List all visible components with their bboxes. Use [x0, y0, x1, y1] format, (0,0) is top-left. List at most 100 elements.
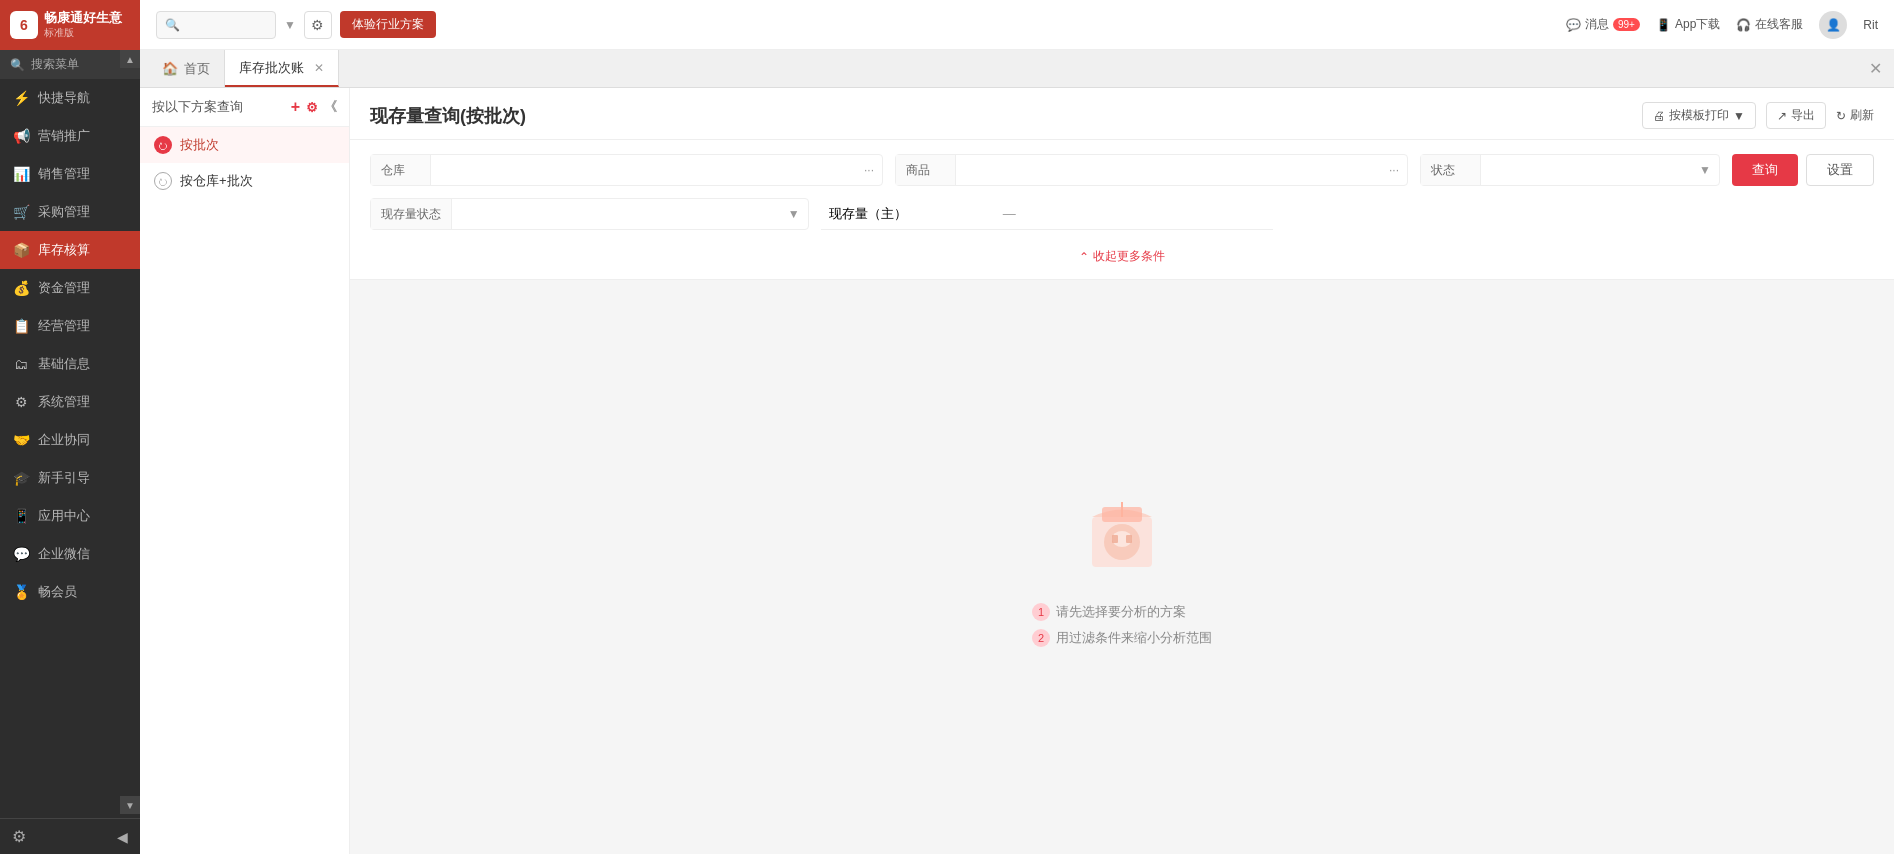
- tab-inventory-batch[interactable]: 库存批次账 ✕: [225, 50, 339, 87]
- scheme-item-by-warehouse-batch[interactable]: ⭮ 按仓库+批次: [140, 163, 349, 199]
- svg-rect-5: [1126, 535, 1132, 543]
- scheme-dot-outline: ⭮: [154, 172, 172, 190]
- warehouse-filter: 仓库 ···: [370, 154, 883, 186]
- sidebar-item-apps[interactable]: 📱 应用中心: [0, 497, 140, 535]
- sidebar-collapse-icon[interactable]: ◀: [117, 829, 128, 845]
- username[interactable]: Rit: [1863, 18, 1878, 32]
- sidebar-item-marketing[interactable]: 📢 营销推广: [0, 117, 140, 155]
- sidebar-item-wechat[interactable]: 💬 企业微信: [0, 535, 140, 573]
- inventory-icon: 📦: [12, 241, 30, 259]
- tabbar: 🏠 首页 库存批次账 ✕ ✕: [140, 50, 1894, 88]
- svg-rect-4: [1112, 535, 1118, 543]
- scheme-settings-btn[interactable]: ⚙: [306, 100, 318, 115]
- sidebar-footer: ⚙ ◀: [0, 818, 140, 854]
- stock-qty-to[interactable]: [1024, 207, 1104, 221]
- scheme-add-btn[interactable]: +: [291, 98, 300, 116]
- message-icon: 💬: [1566, 18, 1581, 32]
- empty-state: 1 请先选择要分析的方案 2 用过滤条件来缩小分析范围: [350, 280, 1894, 854]
- wechat-icon: 💬: [12, 545, 30, 563]
- search-icon: 🔍: [165, 18, 180, 32]
- experience-btn[interactable]: 体验行业方案: [340, 11, 436, 38]
- headset-icon: 🎧: [1736, 18, 1751, 32]
- print-dropdown-icon: ▼: [1733, 109, 1745, 123]
- sidebar-item-operations[interactable]: 📋 经营管理: [0, 307, 140, 345]
- sidebar-item-basics[interactable]: 🗂 基础信息: [0, 345, 140, 383]
- qty-separator: —: [1003, 206, 1016, 221]
- sidebar-search[interactable]: 🔍 搜索菜单: [0, 50, 140, 79]
- sidebar-item-collab[interactable]: 🤝 企业协同: [0, 421, 140, 459]
- sidebar-settings-icon[interactable]: ⚙: [12, 827, 26, 846]
- empty-tips: 1 请先选择要分析的方案 2 用过滤条件来缩小分析范围: [1032, 603, 1212, 647]
- marketing-icon: 📢: [12, 127, 30, 145]
- filter-row-1: 仓库 ··· 商品 ··· 状态 ▼ 查询: [370, 154, 1874, 186]
- apps-icon: 📱: [12, 507, 30, 525]
- topbar-gear[interactable]: ⚙: [304, 11, 332, 39]
- sidebar-item-sales[interactable]: 📊 销售管理: [0, 155, 140, 193]
- topbar: 🔍 ▼ ⚙ 体验行业方案 💬 消息 99+ 📱 App下载 🎧 在线客服 👤 R…: [140, 0, 1894, 50]
- search-icon: 🔍: [10, 58, 25, 72]
- page-content: 按以下方案查询 + ⚙ 《 ⭮ 按批次 ⭮ 按仓库+批次 现存量查询(按批次): [140, 88, 1894, 854]
- empty-tip-1: 1 请先选择要分析的方案: [1032, 603, 1212, 621]
- sidebar: 6 畅康通好生意 标准版 🔍 搜索菜单 ▲ ⚡ 快捷导航 📢 营销推广 📊 销售…: [0, 0, 140, 854]
- basics-icon: 🗂: [12, 355, 30, 373]
- status-arrow[interactable]: ▼: [1691, 163, 1719, 177]
- scheme-collapse-btn[interactable]: 《: [324, 98, 337, 116]
- tab-close-panel[interactable]: ✕: [1857, 59, 1894, 78]
- system-icon: ⚙: [12, 393, 30, 411]
- sidebar-item-member[interactable]: 🏅 畅会员: [0, 573, 140, 611]
- scheme-dot-active: ⭮: [154, 136, 172, 154]
- print-btn[interactable]: 🖨 按模板打印 ▼: [1642, 102, 1756, 129]
- download-icon: 📱: [1656, 18, 1671, 32]
- sidebar-scroll-up[interactable]: ▲: [120, 50, 140, 68]
- query-btn[interactable]: 查询: [1732, 154, 1798, 186]
- purchase-icon: 🛒: [12, 203, 30, 221]
- warehouse-input[interactable]: [431, 163, 856, 177]
- product-input[interactable]: [956, 163, 1381, 177]
- status-input[interactable]: [1481, 163, 1691, 177]
- member-icon: 🏅: [12, 583, 30, 601]
- right-panel: 现存量查询(按批次) 🖨 按模板打印 ▼ ↗ 导出 ↻ 刷新: [350, 88, 1894, 854]
- version-label: 标准版: [44, 26, 122, 40]
- sales-icon: 📊: [12, 165, 30, 183]
- user-avatar[interactable]: 👤: [1819, 11, 1847, 39]
- refresh-btn[interactable]: ↻ 刷新: [1836, 107, 1874, 124]
- export-btn[interactable]: ↗ 导出: [1766, 102, 1826, 129]
- main-area: 🔍 ▼ ⚙ 体验行业方案 💬 消息 99+ 📱 App下载 🎧 在线客服 👤 R…: [140, 0, 1894, 854]
- sidebar-item-inventory[interactable]: 📦 库存核算: [0, 231, 140, 269]
- scheme-item-by-batch[interactable]: ⭮ 按批次: [140, 127, 349, 163]
- sidebar-item-purchase[interactable]: 🛒 采购管理: [0, 193, 140, 231]
- stock-qty-label: 现存量（主）: [829, 205, 907, 223]
- product-more-btn[interactable]: ···: [1381, 163, 1407, 177]
- warehouse-label: 仓库: [371, 155, 431, 185]
- app-logo: 6: [10, 11, 38, 39]
- sidebar-item-newbie[interactable]: 🎓 新手引导: [0, 459, 140, 497]
- tip-num-1: 1: [1032, 603, 1050, 621]
- warehouse-more-btn[interactable]: ···: [856, 163, 882, 177]
- sidebar-scroll-down[interactable]: ▼: [120, 796, 140, 814]
- online-service-action[interactable]: 🎧 在线客服: [1736, 16, 1803, 33]
- tab-close-btn[interactable]: ✕: [314, 61, 324, 75]
- topbar-search-box[interactable]: 🔍: [156, 11, 276, 39]
- stock-qty-from[interactable]: [915, 207, 995, 221]
- finance-icon: 💰: [12, 279, 30, 297]
- page-title: 现存量查询(按批次): [370, 104, 526, 128]
- settings-btn[interactable]: 设置: [1806, 154, 1874, 186]
- app-download-action[interactable]: 📱 App下载: [1656, 16, 1720, 33]
- action-buttons: 查询 设置: [1732, 154, 1874, 186]
- collab-icon: 🤝: [12, 431, 30, 449]
- messages-badge: 99+: [1613, 18, 1640, 31]
- operations-icon: 📋: [12, 317, 30, 335]
- sidebar-item-finance[interactable]: 💰 资金管理: [0, 269, 140, 307]
- tab-home[interactable]: 🏠 首页: [148, 50, 225, 87]
- stock-qty-filter: 现存量（主） —: [821, 198, 1274, 230]
- sidebar-item-system[interactable]: ⚙ 系统管理: [0, 383, 140, 421]
- empty-illustration: [1062, 487, 1182, 587]
- export-icon: ↗: [1777, 109, 1787, 123]
- collapse-more-btn[interactable]: ⌃ 收起更多条件: [370, 242, 1874, 265]
- scheme-title: 按以下方案查询: [152, 98, 243, 116]
- stock-status-arrow[interactable]: ▼: [780, 207, 808, 221]
- page-header: 现存量查询(按批次) 🖨 按模板打印 ▼ ↗ 导出 ↻ 刷新: [350, 88, 1894, 140]
- messages-action[interactable]: 💬 消息 99+: [1566, 16, 1640, 33]
- sidebar-item-quick-nav[interactable]: ⚡ 快捷导航: [0, 79, 140, 117]
- topbar-dropdown[interactable]: ▼: [284, 18, 296, 32]
